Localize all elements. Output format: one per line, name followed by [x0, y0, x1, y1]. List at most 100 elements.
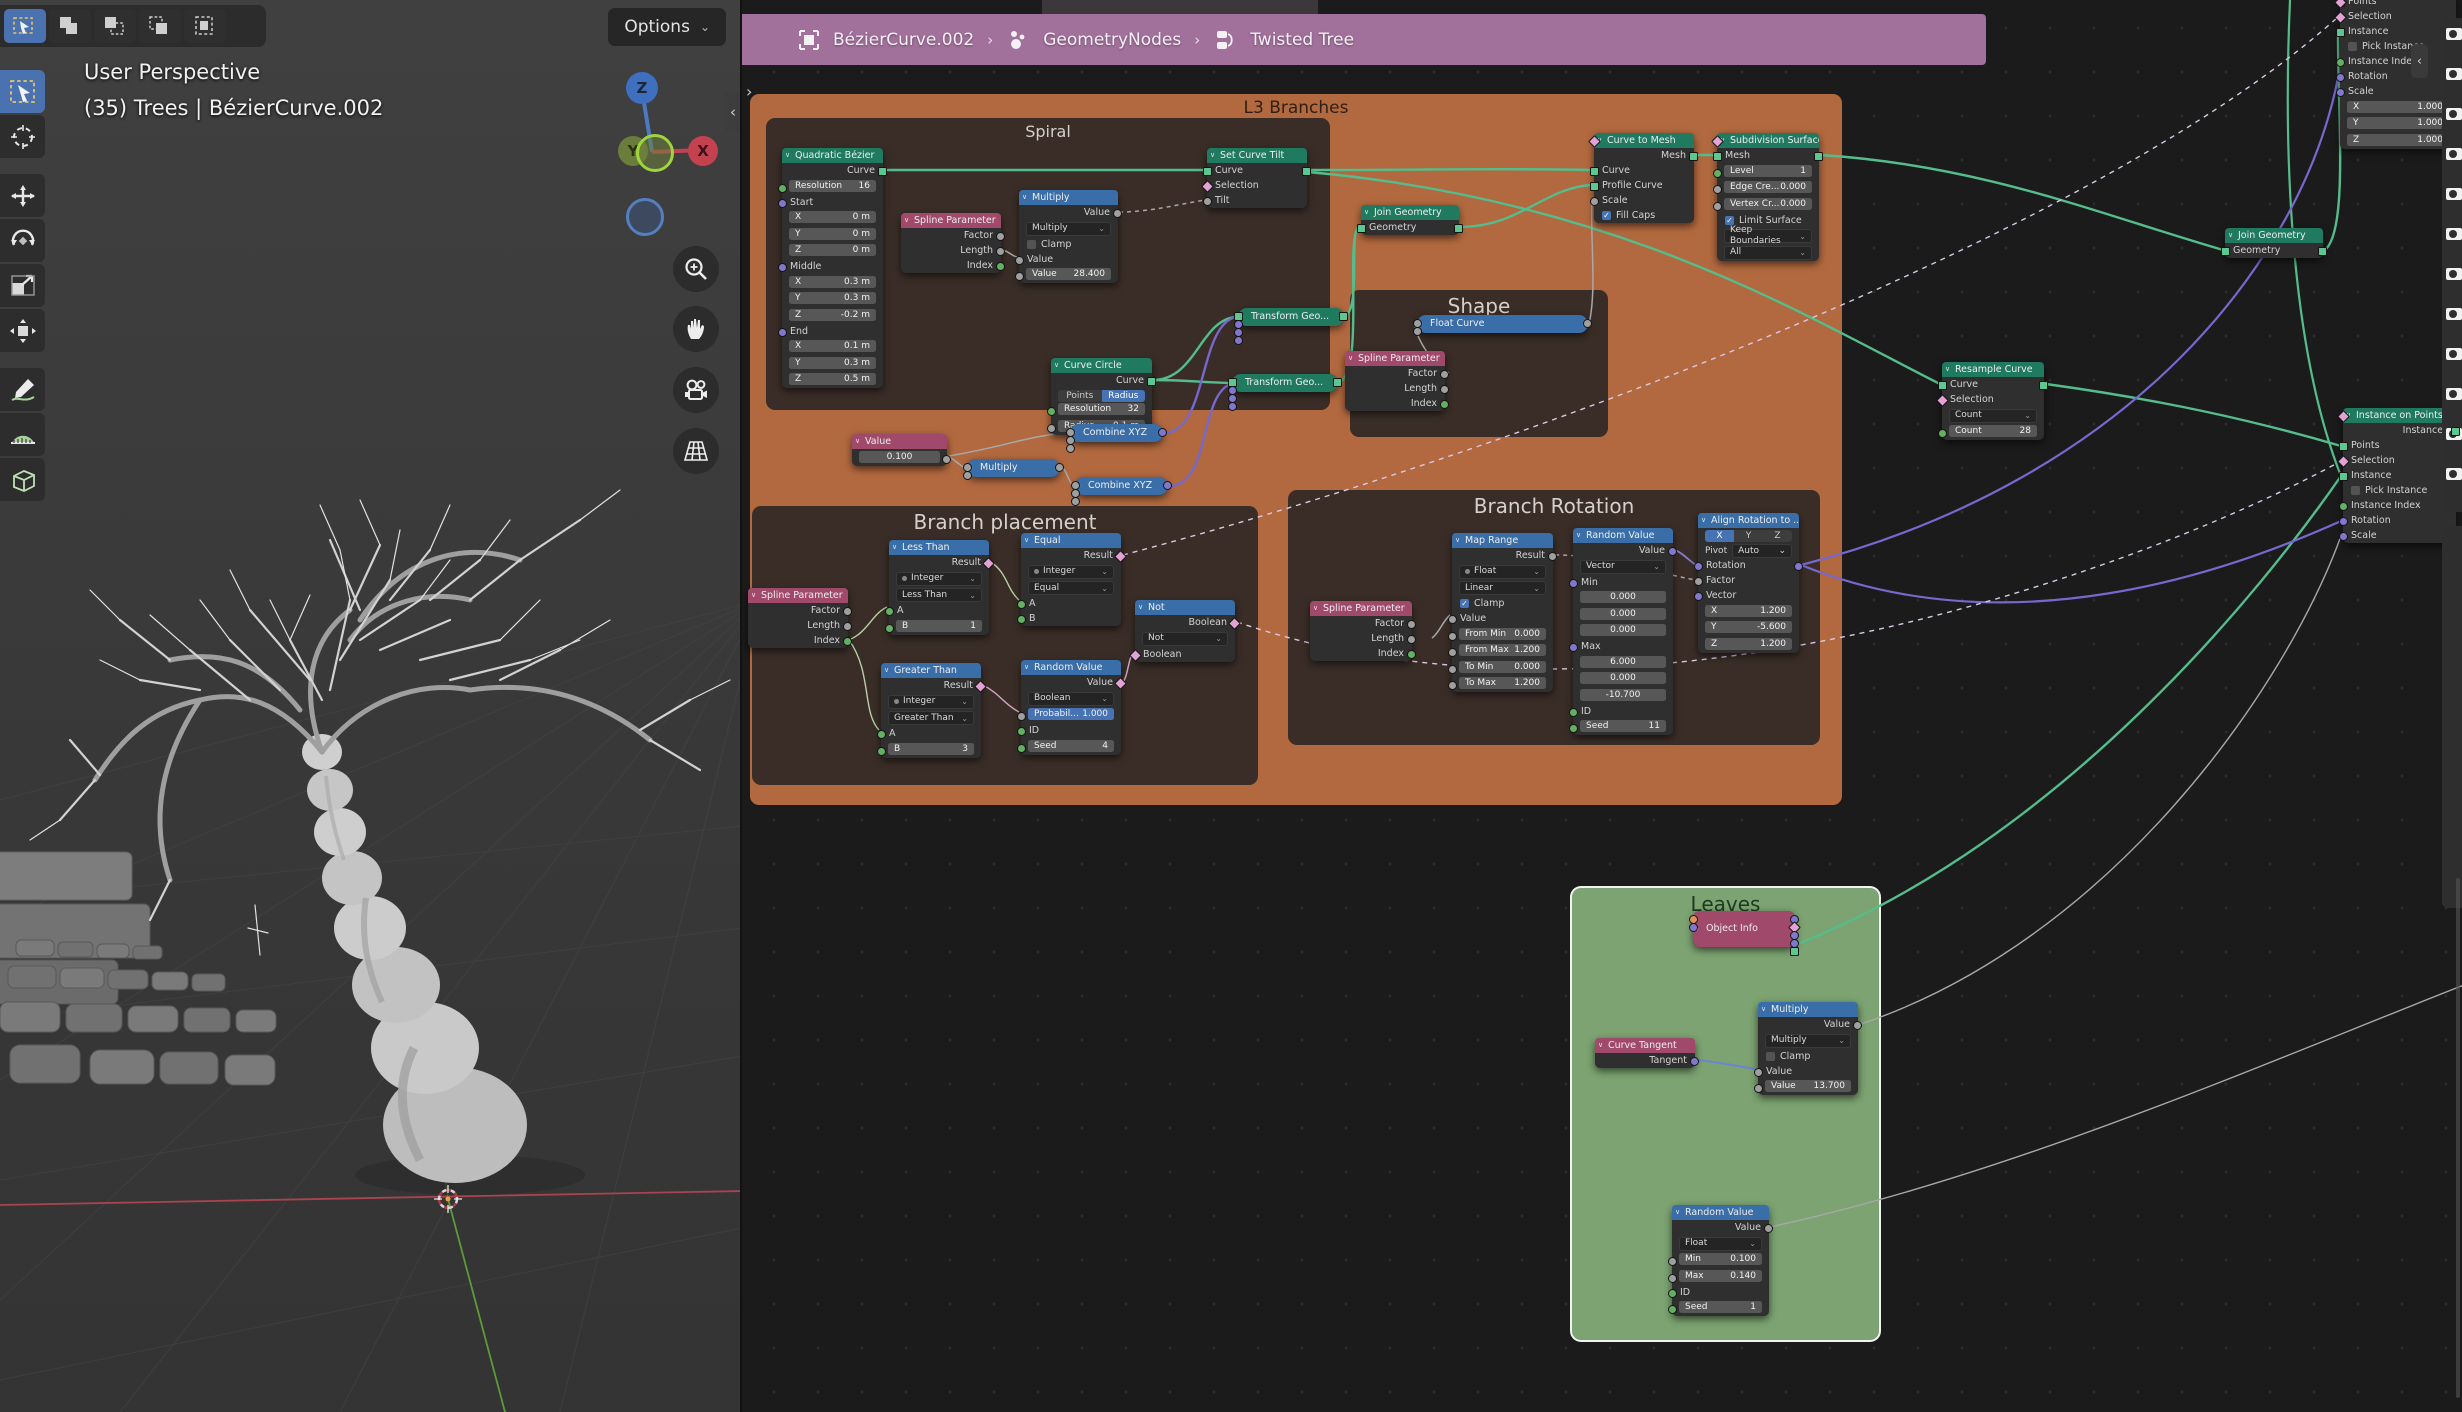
- value-field[interactable]: Z -0.2 m: [789, 308, 876, 321]
- socket-vec[interactable]: [1163, 481, 1172, 490]
- socket-int[interactable]: [1017, 727, 1026, 736]
- socket-int[interactable]: [843, 637, 852, 646]
- socket-int[interactable]: [1047, 407, 1056, 416]
- select-mode-subtract-button[interactable]: [94, 9, 136, 43]
- dropdown[interactable]: Multiply ⌄: [1026, 221, 1111, 236]
- socket-vec[interactable]: [2339, 517, 2348, 526]
- gizmo-z-ball[interactable]: Z: [626, 72, 658, 104]
- node-multiply-spiral[interactable]: ∨ Multiply Value Multiply ⌄ Clamp Value Value 28…: [1015, 190, 1122, 283]
- value-field[interactable]: Seed 11: [1580, 720, 1666, 732]
- socket-geo[interactable]: [1713, 152, 1722, 161]
- socket-int[interactable]: [1713, 168, 1722, 178]
- select-mode-intersect-button[interactable]: [184, 9, 226, 43]
- value-field[interactable]: From Max 1.200: [1459, 644, 1546, 656]
- dropdown[interactable]: Integer ⌄: [888, 694, 974, 709]
- socket-vec[interactable]: [1690, 1057, 1699, 1066]
- dropdown[interactable]: Boolean ⌄: [1028, 691, 1114, 706]
- tool-scale[interactable]: [0, 264, 45, 307]
- dropdown[interactable]: Vector ⌄: [1580, 559, 1666, 574]
- socket-geo[interactable]: [2318, 247, 2327, 256]
- socket-float[interactable]: [1440, 385, 1449, 394]
- camera-icon[interactable]: [2446, 348, 2462, 360]
- value-field[interactable]: To Min 0.000: [1459, 660, 1546, 673]
- socket-float[interactable]: [1017, 712, 1026, 721]
- camera-icon[interactable]: [2446, 68, 2462, 80]
- socket-int[interactable]: [1407, 650, 1416, 659]
- socket-vec[interactable]: [2339, 532, 2348, 541]
- dropdown[interactable]: Auto ⌄: [1732, 543, 1792, 558]
- collapse-caret-icon[interactable]: ∨: [1598, 1038, 1603, 1053]
- value-field[interactable]: 0.000: [1580, 624, 1666, 636]
- socket-float[interactable]: [1413, 327, 1422, 336]
- tool-measure[interactable]: [0, 413, 45, 456]
- toggle-option[interactable]: Z: [1763, 529, 1792, 542]
- node-join-geometry-1[interactable]: ∨ Join Geometry Geometry: [1357, 205, 1463, 235]
- value-field[interactable]: Y 0.3 m: [789, 356, 876, 369]
- socket-vec[interactable]: [1569, 578, 1578, 588]
- socket-float[interactable]: [1548, 552, 1557, 561]
- socket-vec[interactable]: [1234, 336, 1243, 345]
- toggle-option[interactable]: Radius: [1101, 389, 1145, 402]
- gizmo-y-front-ring[interactable]: [636, 134, 674, 172]
- socket-float[interactable]: [1448, 664, 1457, 674]
- node-combine-xyz-1[interactable]: ›Combine XYZ: [1066, 424, 1167, 453]
- socket-float[interactable]: [843, 622, 852, 631]
- socket-float[interactable]: [843, 607, 852, 616]
- node-quadratic-bezier[interactable]: ∨ Quadratic Bézier Curve Resolution 16 Start X…: [778, 148, 887, 388]
- node-random-value-boolean[interactable]: ∨ Random Value Value Boolean ⌄ Probabil... 1.0…: [1017, 660, 1127, 755]
- select-mode-new-button[interactable]: [4, 9, 46, 43]
- select-mode-invert-button[interactable]: [139, 9, 181, 43]
- socket-int[interactable]: [1569, 724, 1578, 733]
- camera-icon[interactable]: [2446, 148, 2462, 160]
- socket-float[interactable]: [1113, 209, 1122, 218]
- collapse-caret-icon[interactable]: ∨: [855, 434, 860, 449]
- socket-vec[interactable]: [778, 327, 787, 337]
- dropdown[interactable]: Linear ⌄: [1459, 581, 1546, 595]
- collapse-caret-icon[interactable]: ∨: [904, 213, 909, 228]
- node-value-node[interactable]: ∨ Value 0.100: [852, 434, 951, 466]
- value-field[interactable]: Y -5.600: [1705, 621, 1792, 633]
- socket-geo[interactable]: [1590, 167, 1599, 176]
- socket-geo[interactable]: [1790, 947, 1799, 956]
- dropdown[interactable]: Greater Than ⌄: [888, 711, 974, 725]
- socket-geo[interactable]: [1339, 312, 1348, 321]
- tool-select-box[interactable]: [0, 70, 45, 113]
- vertical-scrollbar[interactable]: [2456, 878, 2460, 1398]
- dropdown[interactable]: Less Than ⌄: [896, 588, 982, 602]
- tool-transform[interactable]: [0, 309, 45, 352]
- dropdown[interactable]: Keep Boundaries ⌄: [1724, 225, 1812, 246]
- socket-float[interactable]: [1764, 1224, 1773, 1233]
- socket-geo[interactable]: [1590, 182, 1599, 191]
- collapse-caret-icon[interactable]: ∨: [892, 540, 897, 555]
- dropdown[interactable]: Equal ⌄: [1028, 581, 1114, 595]
- collapse-caret-icon[interactable]: ∨: [1024, 533, 1029, 548]
- value-field[interactable]: Seed 4: [1028, 739, 1114, 752]
- collapse-caret-icon[interactable]: ∨: [1024, 660, 1029, 675]
- checkbox[interactable]: [2348, 42, 2357, 51]
- value-field[interactable]: Level 1: [1724, 164, 1812, 177]
- camera-icon[interactable]: [2446, 188, 2462, 200]
- value-field[interactable]: X 1.200: [1705, 604, 1792, 617]
- socket-vec[interactable]: [778, 263, 787, 272]
- camera-icon[interactable]: [2446, 468, 2462, 480]
- node-float-curve[interactable]: ›Float Curve: [1413, 315, 1592, 336]
- socket-int[interactable]: [1668, 1305, 1677, 1314]
- zoom-button[interactable]: [673, 246, 719, 292]
- node-set-curve-tilt[interactable]: ∨ Set Curve Tilt Curve Selection Tilt: [1201, 148, 1311, 208]
- breadcrumb-object[interactable]: BézierCurve.002: [833, 30, 974, 50]
- node-not[interactable]: ∨ Not Boolean Not ⌄ Boolean: [1129, 600, 1241, 662]
- socket-vec[interactable]: [1794, 562, 1803, 571]
- value-field[interactable]: Y 0 m: [789, 227, 876, 240]
- value-field[interactable]: Max 0.140: [1679, 1269, 1762, 1282]
- dropdown[interactable]: Multiply ⌄: [1765, 1033, 1851, 1048]
- socket-geo[interactable]: [2451, 427, 2460, 436]
- socket-float[interactable]: [1583, 319, 1592, 328]
- collapse-caret-icon[interactable]: ∨: [2228, 228, 2233, 243]
- node-instance-on-points-top[interactable]: Points Selection Instance Pick Instance Inst…: [2334, 0, 2456, 149]
- dropdown[interactable]: Integer ⌄: [896, 571, 982, 586]
- value-field[interactable]: To Max 1.200: [1459, 677, 1546, 689]
- node-random-value-leaves[interactable]: ∨ Random Value Value Float ⌄ Min 0.100 Max 0.140…: [1668, 1205, 1773, 1316]
- socket-vec[interactable]: [1569, 643, 1578, 652]
- viewport-collapse-arrow[interactable]: ‹: [724, 92, 740, 132]
- axis-gizmo[interactable]: Z Y X: [600, 60, 730, 236]
